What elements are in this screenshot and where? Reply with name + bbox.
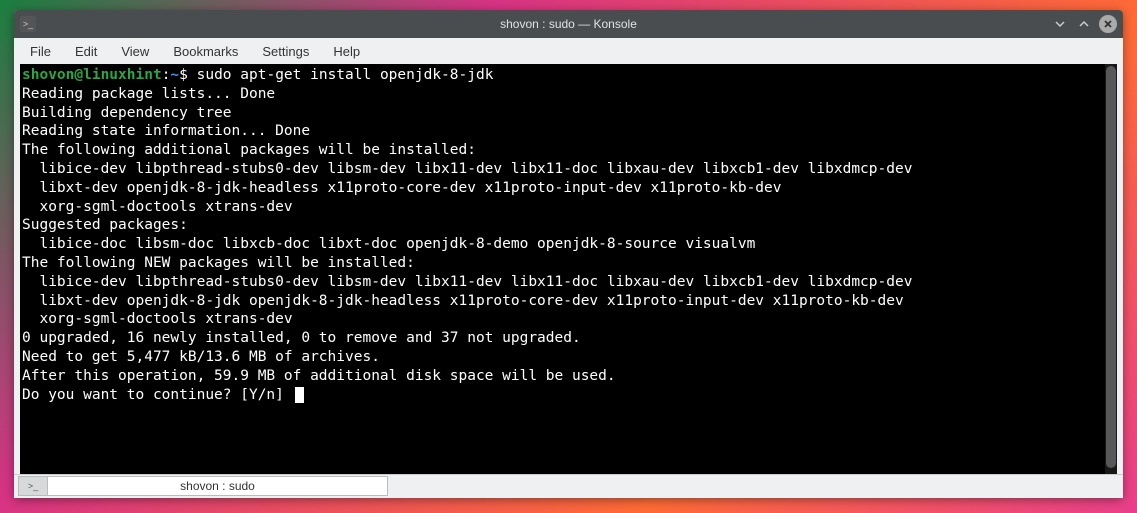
prompt-path: ~: [170, 67, 179, 83]
output-line: libxt-dev openjdk-8-jdk openjdk-8-jdk-he…: [22, 292, 1115, 311]
prompt-dollar: $: [179, 67, 188, 83]
scrollbar-thumb[interactable]: [1106, 66, 1116, 468]
chevron-up-icon: [1078, 18, 1090, 30]
output-line: 0 upgraded, 16 newly installed, 0 to rem…: [22, 329, 1115, 348]
output-line: The following NEW packages will be insta…: [22, 254, 1115, 273]
output-line: libice-dev libpthread-stubs0-dev libsm-d…: [22, 160, 1115, 179]
scrollbar[interactable]: [1105, 64, 1117, 474]
menu-help[interactable]: Help: [323, 41, 370, 62]
terminal-icon: >_: [23, 19, 33, 29]
output-line: Reading state information... Done: [22, 122, 1115, 141]
menu-settings[interactable]: Settings: [252, 41, 319, 62]
prompt-line: shovon@linuxhint:~$ sudo apt-get install…: [22, 66, 1115, 85]
cursor: [295, 387, 304, 403]
menu-view[interactable]: View: [111, 41, 159, 62]
terminal-icon: >_: [28, 481, 38, 491]
output-line: libxt-dev openjdk-8-jdk-headless x11prot…: [22, 179, 1115, 198]
output-line: Need to get 5,477 kB/13.6 MB of archives…: [22, 348, 1115, 367]
output-line: Building dependency tree: [22, 104, 1115, 123]
output-line: xorg-sgml-doctools xtrans-dev: [22, 198, 1115, 217]
output-line: Do you want to continue? [Y/n]: [22, 386, 1115, 405]
tabbar: >_ shovon : sudo: [14, 474, 1123, 498]
konsole-window: >_ shovon : sudo — Konsole File Edit Vie…: [14, 10, 1123, 498]
menu-file[interactable]: File: [20, 41, 61, 62]
window-controls: [1051, 15, 1117, 33]
terminal-area[interactable]: shovon@linuxhint:~$ sudo apt-get install…: [20, 64, 1117, 474]
new-tab-button[interactable]: >_: [18, 476, 48, 496]
output-line: Suggested packages:: [22, 216, 1115, 235]
command-text: sudo apt-get install openjdk-8-jdk: [188, 67, 494, 83]
chevron-down-icon: [1054, 18, 1066, 30]
minimize-button[interactable]: [1051, 15, 1069, 33]
output-line: The following additional packages will b…: [22, 141, 1115, 160]
window-title: shovon : sudo — Konsole: [500, 17, 637, 31]
menu-bookmarks[interactable]: Bookmarks: [163, 41, 248, 62]
close-button[interactable]: [1099, 15, 1117, 33]
output-line: libice-dev libpthread-stubs0-dev libsm-d…: [22, 273, 1115, 292]
output-line: xorg-sgml-doctools xtrans-dev: [22, 310, 1115, 329]
menu-edit[interactable]: Edit: [65, 41, 107, 62]
close-icon: [1103, 19, 1113, 29]
prompt-user-host: shovon@linuxhint: [22, 67, 162, 83]
app-icon: >_: [20, 16, 36, 32]
tab-active[interactable]: shovon : sudo: [48, 476, 388, 496]
output-line: After this operation, 59.9 MB of additio…: [22, 367, 1115, 386]
output-line: Reading package lists... Done: [22, 85, 1115, 104]
maximize-button[interactable]: [1075, 15, 1093, 33]
tab-label: shovon : sudo: [180, 479, 255, 493]
continue-prompt: Do you want to continue? [Y/n]: [22, 387, 293, 403]
menubar: File Edit View Bookmarks Settings Help: [14, 38, 1123, 64]
titlebar[interactable]: >_ shovon : sudo — Konsole: [14, 10, 1123, 38]
output-line: libice-doc libsm-doc libxcb-doc libxt-do…: [22, 235, 1115, 254]
